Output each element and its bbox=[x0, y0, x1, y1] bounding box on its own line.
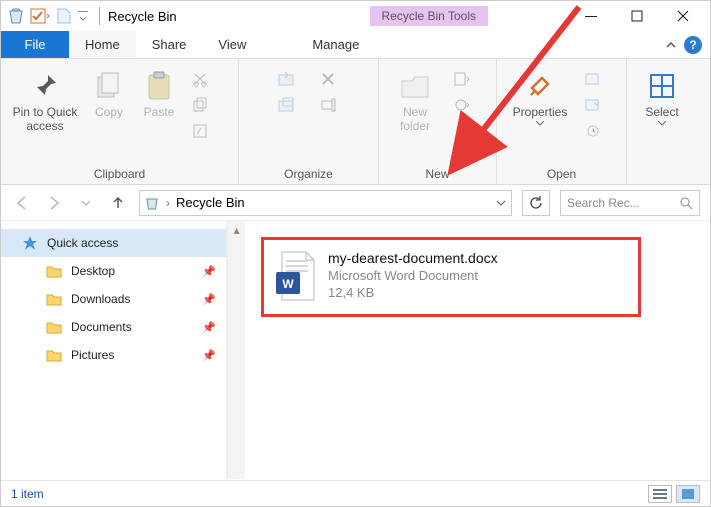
address-input[interactable]: › Recycle Bin bbox=[139, 190, 512, 216]
nav-scrollbar[interactable]: ▴ bbox=[227, 221, 245, 479]
open-dropdown-button bbox=[579, 67, 609, 91]
pin-icon bbox=[30, 69, 60, 103]
recycle-bin-icon bbox=[144, 195, 160, 211]
qat-document-icon[interactable] bbox=[53, 5, 75, 27]
new-folder-button: New folder bbox=[385, 65, 445, 137]
file-list[interactable]: W my-dearest-document.docx Microsoft Wor… bbox=[245, 221, 710, 479]
move-to-button bbox=[268, 67, 308, 91]
qat-checkbox-icon[interactable] bbox=[29, 5, 51, 27]
tab-file[interactable]: File bbox=[1, 31, 69, 58]
sidebar-item-quick-access[interactable]: Quick access bbox=[1, 229, 226, 257]
word-document-icon: W bbox=[274, 250, 318, 304]
folder-icon bbox=[45, 290, 63, 308]
navigation-pane: Quick access Desktop 📌 Downloads 📌 Docum… bbox=[1, 221, 227, 479]
ribbon-collapse-icon[interactable] bbox=[664, 38, 678, 52]
paste-button: Paste bbox=[135, 65, 183, 123]
group-new-label: New bbox=[385, 164, 490, 184]
back-button[interactable] bbox=[11, 192, 33, 214]
folder-icon bbox=[45, 262, 63, 280]
properties-button[interactable]: Properties bbox=[503, 65, 577, 130]
group-clipboard-label: Clipboard bbox=[7, 164, 232, 184]
properties-icon bbox=[526, 69, 554, 103]
group-organize-label: Organize bbox=[245, 164, 372, 184]
title-bar: Recycle Bin Recycle Bin Tools bbox=[1, 1, 710, 31]
delete-button bbox=[310, 67, 350, 91]
new-folder-icon bbox=[400, 69, 430, 103]
sidebar-item-desktop[interactable]: Desktop 📌 bbox=[1, 257, 226, 285]
copy-icon bbox=[96, 69, 122, 103]
ribbon: Pin to Quick access Copy Paste Clipboard bbox=[1, 59, 710, 185]
sidebar-item-downloads[interactable]: Downloads 📌 bbox=[1, 285, 226, 313]
paste-icon bbox=[146, 69, 172, 103]
tab-share[interactable]: Share bbox=[136, 31, 203, 58]
chevron-down-icon bbox=[658, 121, 666, 126]
edit-button bbox=[579, 93, 609, 117]
help-button[interactable]: ? bbox=[684, 36, 702, 54]
address-dropdown-icon[interactable] bbox=[495, 197, 507, 209]
status-bar: 1 item bbox=[1, 480, 710, 506]
file-size: 12,4 KB bbox=[328, 285, 498, 300]
pin-icon: 📌 bbox=[202, 293, 216, 306]
search-input[interactable]: Search Rec... bbox=[560, 190, 700, 216]
scroll-up-icon[interactable]: ▴ bbox=[228, 221, 245, 239]
search-placeholder: Search Rec... bbox=[567, 196, 679, 210]
up-button[interactable] bbox=[107, 192, 129, 214]
pin-icon: 📌 bbox=[202, 321, 216, 334]
select-button[interactable]: Select bbox=[634, 65, 690, 130]
search-icon bbox=[679, 196, 693, 210]
chevron-down-icon bbox=[536, 121, 544, 126]
pin-icon: 📌 bbox=[202, 349, 216, 362]
title-separator bbox=[99, 7, 100, 25]
list-item[interactable]: W my-dearest-document.docx Microsoft Wor… bbox=[261, 237, 641, 317]
new-item-button bbox=[447, 67, 477, 91]
easy-access-button bbox=[447, 93, 477, 117]
pin-icon: 📌 bbox=[202, 265, 216, 278]
thumbnails-view-button[interactable] bbox=[676, 485, 700, 503]
select-icon bbox=[649, 69, 675, 103]
pin-to-quick-access-button[interactable]: Pin to Quick access bbox=[7, 65, 83, 137]
item-count: 1 item bbox=[11, 487, 44, 501]
copy-path-button bbox=[185, 93, 215, 117]
forward-button bbox=[43, 192, 65, 214]
quick-access-star-icon bbox=[21, 234, 39, 252]
window-title: Recycle Bin bbox=[108, 9, 177, 24]
copy-to-button bbox=[268, 93, 308, 117]
sidebar-item-documents[interactable]: Documents 📌 bbox=[1, 313, 226, 341]
history-button bbox=[579, 119, 609, 143]
tab-view[interactable]: View bbox=[202, 31, 262, 58]
svg-text:W: W bbox=[282, 277, 294, 291]
sidebar-item-pictures[interactable]: Pictures 📌 bbox=[1, 341, 226, 369]
group-open-label: Open bbox=[503, 164, 620, 184]
close-button[interactable] bbox=[660, 1, 706, 31]
tab-manage[interactable]: Manage bbox=[296, 31, 375, 58]
recent-locations-button[interactable] bbox=[75, 192, 97, 214]
maximize-button[interactable] bbox=[614, 1, 660, 31]
minimize-button[interactable] bbox=[568, 1, 614, 31]
folder-icon bbox=[45, 318, 63, 336]
menu-bar: File Home Share View Manage ? bbox=[1, 31, 710, 59]
refresh-button[interactable] bbox=[522, 190, 550, 216]
file-name: my-dearest-document.docx bbox=[328, 250, 498, 266]
rename-button bbox=[310, 93, 350, 117]
context-tab-label: Recycle Bin Tools bbox=[370, 6, 489, 26]
details-view-button[interactable] bbox=[648, 485, 672, 503]
paste-shortcut-button bbox=[185, 119, 215, 143]
folder-icon bbox=[45, 346, 63, 364]
cut-button bbox=[185, 67, 215, 91]
address-bar: › Recycle Bin Search Rec... bbox=[1, 185, 710, 221]
address-location[interactable]: Recycle Bin bbox=[176, 195, 245, 210]
tab-home[interactable]: Home bbox=[69, 31, 136, 58]
chevron-right-icon[interactable]: › bbox=[166, 196, 170, 210]
copy-button: Copy bbox=[85, 65, 133, 123]
recycle-bin-icon bbox=[5, 5, 27, 27]
qat-dropdown-icon[interactable] bbox=[77, 5, 89, 27]
file-type: Microsoft Word Document bbox=[328, 268, 498, 283]
